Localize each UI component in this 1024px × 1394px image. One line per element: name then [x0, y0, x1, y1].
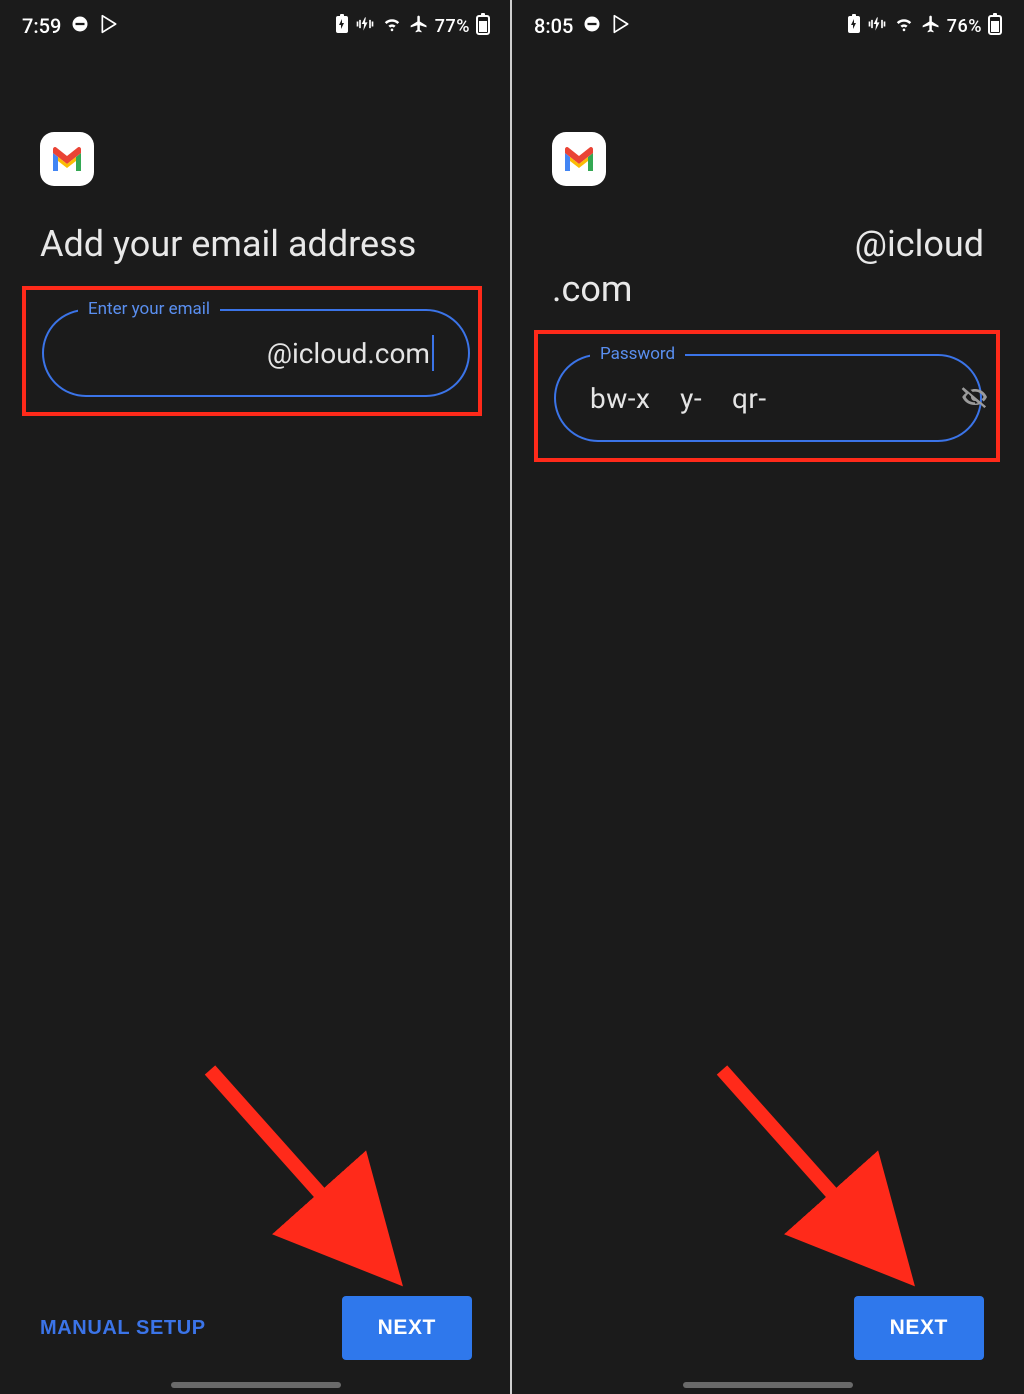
- status-bar: 7:59: [0, 0, 512, 52]
- password-field[interactable]: Password: [554, 354, 982, 442]
- dnd-icon: [71, 14, 89, 38]
- page-title: @icloud .com: [552, 222, 984, 312]
- gmail-logo-icon: [552, 132, 606, 186]
- email-field[interactable]: Enter your email @icloud.com: [42, 309, 470, 397]
- text-cursor-icon: [432, 335, 434, 371]
- vibrate-icon: [867, 14, 887, 39]
- dnd-icon: [583, 14, 601, 38]
- battery-icon: [988, 13, 1002, 40]
- vibrate-icon: [355, 14, 375, 39]
- email-field-wrap: Enter your email @icloud.com: [40, 301, 472, 405]
- next-button[interactable]: NEXT: [854, 1296, 984, 1360]
- content-area: Add your email address Enter your email …: [0, 52, 512, 405]
- next-button[interactable]: NEXT: [342, 1296, 472, 1360]
- airplane-icon: [921, 14, 941, 39]
- password-input[interactable]: [590, 382, 947, 415]
- eye-off-icon: [959, 381, 991, 413]
- nav-handle-icon[interactable]: [171, 1382, 341, 1388]
- battery-icon: [476, 13, 490, 40]
- title-line-1: @icloud: [855, 223, 984, 265]
- wifi-icon: [893, 14, 915, 38]
- battery-saver-icon: [335, 14, 349, 39]
- annotation-arrow-icon: [200, 1060, 420, 1290]
- right-screenshot: 8:05: [512, 0, 1024, 1394]
- battery-saver-icon: [847, 14, 861, 39]
- play-store-icon: [611, 14, 631, 39]
- manual-setup-button[interactable]: MANUAL SETUP: [40, 1317, 206, 1340]
- status-bar: 8:05: [512, 0, 1024, 52]
- gmail-logo-icon: [40, 132, 94, 186]
- wifi-icon: [381, 14, 403, 38]
- page-title: Add your email address: [40, 222, 472, 267]
- email-field-label: Enter your email: [78, 299, 220, 319]
- bottom-bar: MANUAL SETUP NEXT: [0, 1296, 512, 1360]
- status-time: 7:59: [22, 14, 61, 38]
- nav-handle-icon[interactable]: [683, 1382, 853, 1388]
- status-time: 8:05: [534, 14, 573, 38]
- toggle-password-visibility-button[interactable]: [947, 381, 991, 416]
- password-field-label: Password: [590, 344, 685, 364]
- airplane-icon: [409, 14, 429, 39]
- left-screenshot: 7:59: [0, 0, 512, 1394]
- title-line-2: .com: [552, 267, 984, 312]
- battery-percent: 76%: [947, 16, 982, 37]
- bottom-bar: NEXT: [512, 1296, 1024, 1360]
- password-field-wrap: Password: [552, 346, 984, 450]
- annotation-arrow-icon: [712, 1060, 932, 1290]
- battery-percent: 77%: [435, 16, 470, 37]
- email-field-value: @icloud.com: [267, 337, 430, 370]
- content-area: @icloud .com Password: [512, 52, 1024, 450]
- play-store-icon: [99, 14, 119, 39]
